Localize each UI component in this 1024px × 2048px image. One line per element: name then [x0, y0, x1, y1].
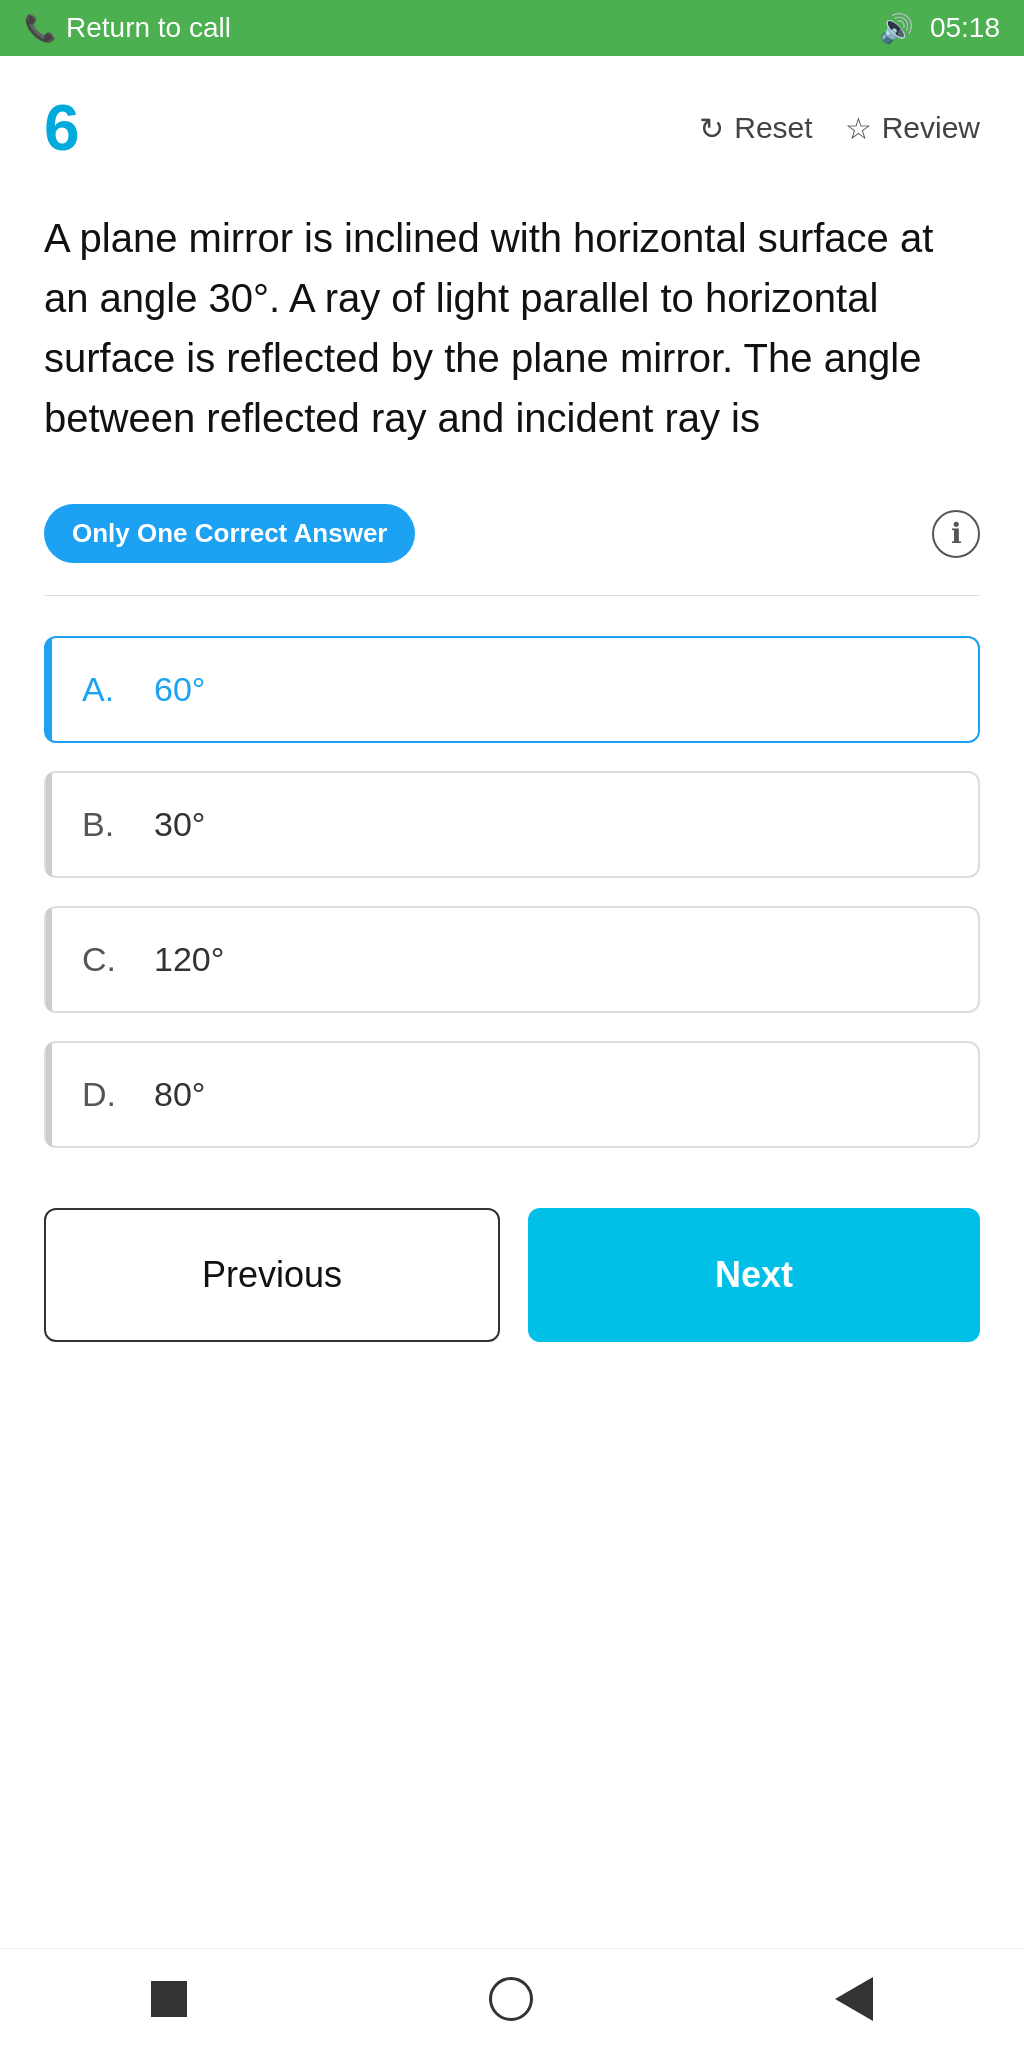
option-a-text: 60°: [154, 670, 205, 709]
back-button-icon[interactable]: [835, 1977, 873, 2021]
question-text: A plane mirror is inclined with horizont…: [44, 208, 980, 448]
main-content: 6 ↻ Reset ☆ Review A plane mirror is inc…: [0, 56, 1024, 1382]
next-button[interactable]: Next: [528, 1208, 980, 1342]
header-row: 6 ↻ Reset ☆ Review: [44, 96, 980, 160]
info-icon[interactable]: ℹ: [932, 510, 980, 558]
option-d-letter: D.: [82, 1075, 118, 1114]
option-c-letter: C.: [82, 940, 118, 979]
header-actions: ↻ Reset ☆ Review: [699, 111, 980, 146]
home-square-icon[interactable]: [151, 1981, 187, 2017]
circle-shape: [489, 1977, 533, 2021]
option-c-text: 120°: [154, 940, 224, 979]
option-c[interactable]: C. 120°: [44, 906, 980, 1013]
option-b-text: 30°: [154, 805, 205, 844]
option-b[interactable]: B. 30°: [44, 771, 980, 878]
phone-icon: 📞: [24, 13, 56, 44]
option-d[interactable]: D. 80°: [44, 1041, 980, 1148]
nav-buttons: Previous Next: [44, 1208, 980, 1382]
divider: [44, 595, 980, 596]
answer-type-badge: Only One Correct Answer: [44, 504, 415, 563]
question-number: 6: [44, 96, 80, 160]
options-list: A. 60° B. 30° C. 120° D. 80°: [44, 636, 980, 1148]
status-bar-right: 🔊 05:18: [879, 12, 1000, 45]
time-display: 05:18: [930, 12, 1000, 44]
reset-button[interactable]: ↻ Reset: [699, 111, 812, 146]
status-bar: 📞 Return to call 🔊 05:18: [0, 0, 1024, 56]
option-d-text: 80°: [154, 1075, 205, 1114]
previous-button[interactable]: Previous: [44, 1208, 500, 1342]
triangle-shape: [835, 1977, 873, 2021]
answer-type-row: Only One Correct Answer ℹ: [44, 504, 980, 563]
return-to-call[interactable]: 📞 Return to call: [24, 12, 231, 44]
option-a[interactable]: A. 60°: [44, 636, 980, 743]
review-button[interactable]: ☆ Review: [845, 111, 980, 146]
star-icon: ☆: [845, 111, 872, 146]
home-circle-icon[interactable]: [489, 1977, 533, 2021]
bottom-nav: [0, 1948, 1024, 2048]
option-a-letter: A.: [82, 670, 118, 709]
option-b-letter: B.: [82, 805, 118, 844]
square-shape: [151, 1981, 187, 2017]
reset-icon: ↻: [699, 111, 724, 146]
volume-icon: 🔊: [879, 12, 914, 45]
